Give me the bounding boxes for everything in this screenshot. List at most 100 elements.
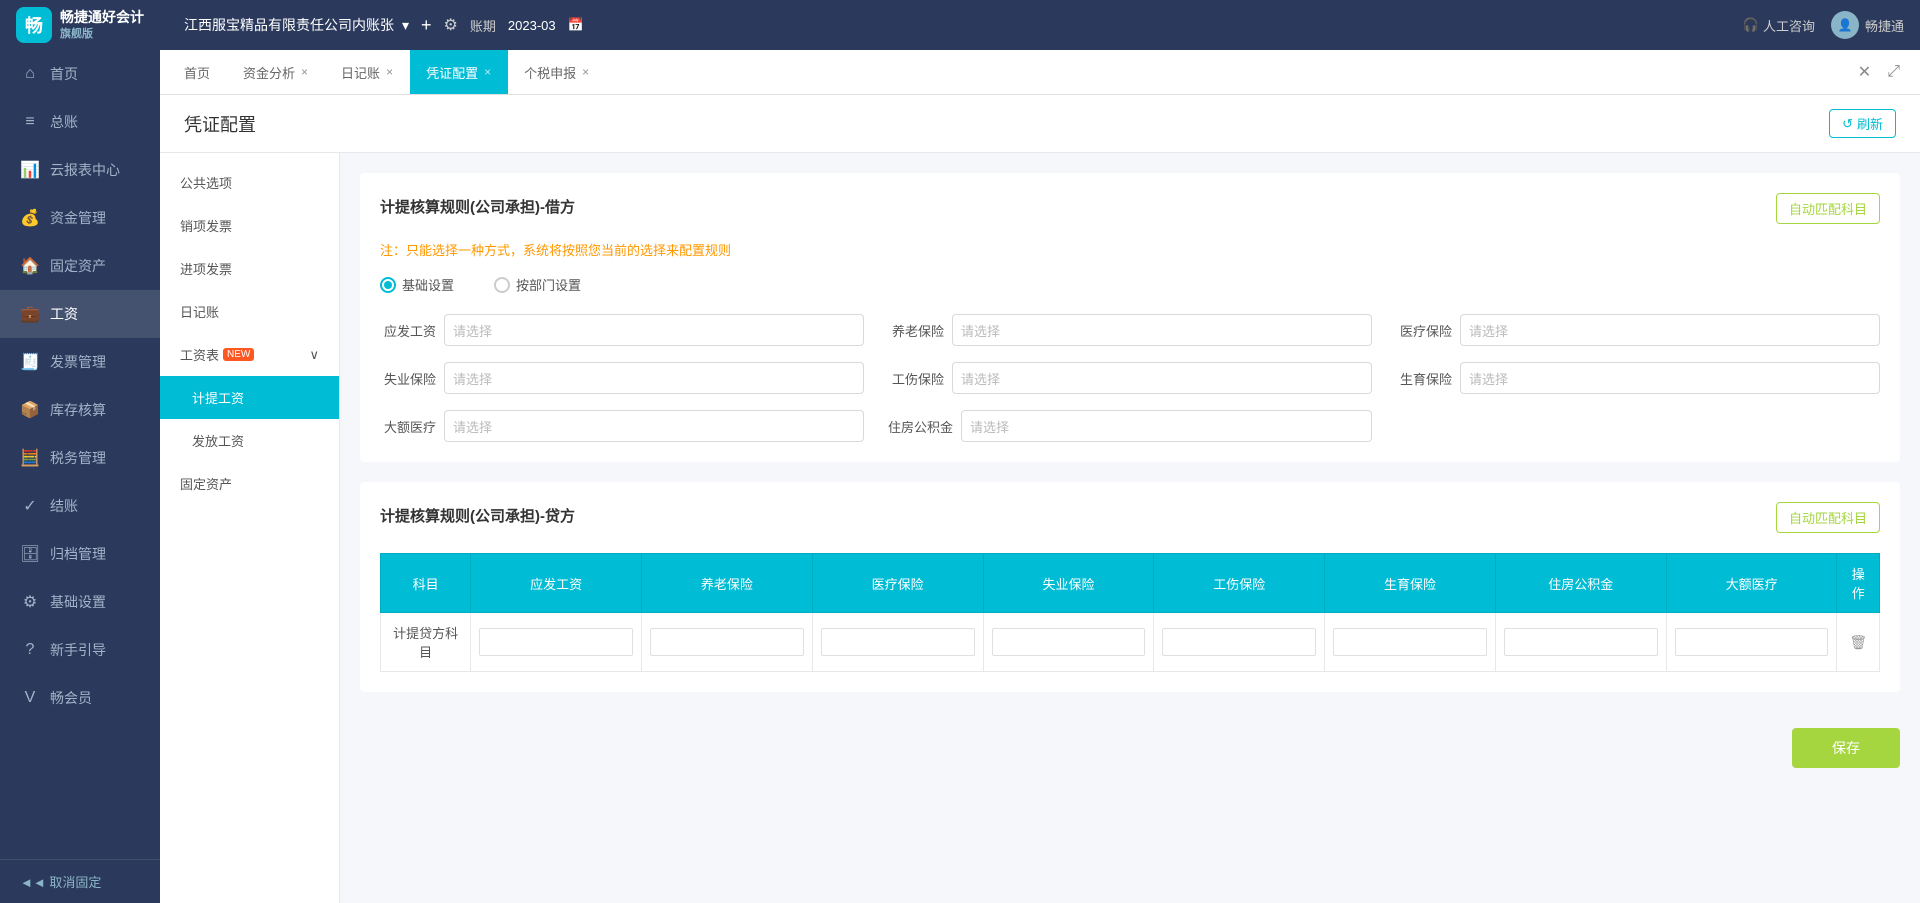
cell-row-yingfa[interactable] <box>471 613 642 672</box>
input-row-gongshang[interactable] <box>1162 628 1316 656</box>
auto-match-credit-button[interactable]: 自动匹配科目 <box>1776 502 1880 533</box>
cell-row-yanglao[interactable] <box>642 613 813 672</box>
select-gongshang[interactable]: 请选择 <box>952 362 1372 394</box>
tab-label-journal: 日记账 <box>341 63 380 82</box>
tab-close-journal[interactable]: × <box>386 65 393 79</box>
close-window-button[interactable]: ✕ <box>1854 58 1875 86</box>
tab-close-voucher[interactable]: × <box>484 65 491 79</box>
expand-window-button[interactable]: ⤢ <box>1883 59 1904 85</box>
sidebar-item-home[interactable]: ⌂ 首页 <box>0 50 160 98</box>
radio-basic-btn[interactable] <box>380 277 396 293</box>
nav-item-journal[interactable]: 日记账 <box>160 290 339 333</box>
cell-row-yiliao[interactable] <box>812 613 983 672</box>
sidebar-item-closing[interactable]: ✓ 结账 <box>0 482 160 530</box>
tab-voucher[interactable]: 凭证配置 × <box>410 50 508 94</box>
nav-item-accrual[interactable]: 计提工资 <box>160 376 339 419</box>
nav-item-payment[interactable]: 发放工资 <box>160 419 339 462</box>
credit-section: 计提核算规则(公司承担)-贷方 自动匹配科目 科目 应发工资 养老保险 医疗保险… <box>360 482 1900 692</box>
tab-close-tax[interactable]: × <box>582 65 589 79</box>
add-button[interactable]: + <box>421 15 432 36</box>
nav-item-purchase[interactable]: 进项发票 <box>160 247 339 290</box>
save-button[interactable]: 保存 <box>1792 728 1900 768</box>
select-yanglao[interactable]: 请选择 <box>952 314 1372 346</box>
input-row-dae[interactable] <box>1675 628 1829 656</box>
sidebar-item-vip[interactable]: V 畅会员 <box>0 674 160 722</box>
input-row-gjj[interactable] <box>1504 628 1658 656</box>
period-label: 账期 <box>470 16 496 35</box>
top-bar-right: 🎧 人工咨询 👤 畅捷通 <box>1743 11 1904 39</box>
sidebar-label-assets: 固定资产 <box>50 256 106 276</box>
select-dae[interactable]: 请选择 <box>444 410 864 442</box>
select-dae-placeholder: 请选择 <box>453 417 492 436</box>
tab-home[interactable]: 首页 <box>168 50 227 94</box>
select-shiye[interactable]: 请选择 <box>444 362 864 394</box>
sidebar-item-settings[interactable]: ⚙ 基础设置 <box>0 578 160 626</box>
sidebar-item-capital[interactable]: 💰 资金管理 <box>0 194 160 242</box>
sidebar-label-guide: 新手引导 <box>50 640 106 660</box>
select-shengyu[interactable]: 请选择 <box>1460 362 1880 394</box>
sidebar-label-capital: 资金管理 <box>50 208 106 228</box>
sidebar-unpin-button[interactable]: ◄◄ 取消固定 <box>0 859 160 903</box>
sidebar-item-tax[interactable]: 🧮 税务管理 <box>0 434 160 482</box>
cell-row-gongshang[interactable] <box>1154 613 1325 672</box>
tab-tax[interactable]: 个税申报 × <box>508 50 606 94</box>
sidebar-item-reports[interactable]: 📊 云报表中心 <box>0 146 160 194</box>
company-selector[interactable]: 江西服宝精品有限责任公司内账张 ▾ <box>184 15 409 35</box>
nav-item-public[interactable]: 公共选项 <box>160 161 339 204</box>
sidebar-label-salary: 工资 <box>50 304 78 324</box>
company-dropdown-icon[interactable]: ▾ <box>402 17 409 34</box>
radio-dept-btn[interactable] <box>494 277 510 293</box>
select-gjj-placeholder: 请选择 <box>970 417 1009 436</box>
sidebar-item-inventory[interactable]: 📦 库存核算 <box>0 386 160 434</box>
auto-match-borrow-button[interactable]: 自动匹配科目 <box>1776 193 1880 224</box>
table-header-row: 科目 应发工资 养老保险 医疗保险 失业保险 工伤保险 生育保险 住房公积金 大… <box>381 554 1880 613</box>
nav-item-fixed-assets[interactable]: 固定资产 <box>160 462 339 505</box>
sidebar-item-ledger[interactable]: ≡ 总账 <box>0 98 160 146</box>
select-yiliao[interactable]: 请选择 <box>1460 314 1880 346</box>
vip-icon: V <box>20 689 40 707</box>
reports-icon: 📊 <box>20 160 40 180</box>
input-row-yanglao[interactable] <box>650 628 804 656</box>
select-shengyu-placeholder: 请选择 <box>1469 369 1508 388</box>
sidebar-item-guide[interactable]: ? 新手引导 <box>0 626 160 674</box>
sidebar-item-archive[interactable]: 🗄 归档管理 <box>0 530 160 578</box>
tab-capital[interactable]: 资金分析 × <box>227 50 325 94</box>
nav-item-sales[interactable]: 销项发票 <box>160 204 339 247</box>
input-row-yiliao[interactable] <box>821 628 975 656</box>
sidebar-item-invoice[interactable]: 🧾 发票管理 <box>0 338 160 386</box>
delete-row-icon[interactable]: 🗑 <box>1849 634 1867 650</box>
tab-close-capital[interactable]: × <box>301 65 308 79</box>
new-badge: NEW <box>223 348 254 361</box>
service-label: 人工咨询 <box>1763 16 1815 35</box>
sidebar-item-salary[interactable]: 💼 工资 <box>0 290 160 338</box>
tab-bar: 首页 资金分析 × 日记账 × 凭证配置 × 个税申报 × ✕ ⤢ <box>160 50 1920 95</box>
refresh-button[interactable]: ↺ 刷新 <box>1829 109 1896 138</box>
select-gjj[interactable]: 请选择 <box>961 410 1372 442</box>
service-button[interactable]: 🎧 人工咨询 <box>1743 16 1815 35</box>
tab-bar-actions: ✕ ⤢ <box>1854 58 1912 86</box>
sidebar-label-inventory: 库存核算 <box>50 400 106 420</box>
cell-row-dae[interactable] <box>1666 613 1837 672</box>
input-row-shiye[interactable] <box>992 628 1146 656</box>
radio-basic-label: 基础设置 <box>402 275 454 294</box>
tax-icon: 🧮 <box>20 448 40 468</box>
input-row-shengyu[interactable] <box>1333 628 1487 656</box>
select-yingfa[interactable]: 请选择 <box>444 314 864 346</box>
content-split: 公共选项 销项发票 进项发票 日记账 工资表 NEW ∨ 计提工资 <box>160 153 1920 903</box>
tab-journal[interactable]: 日记账 × <box>325 50 410 94</box>
radio-dept[interactable]: 按部门设置 <box>494 275 581 294</box>
calendar-icon[interactable]: 📅 <box>568 17 584 33</box>
cell-row-shengyu[interactable] <box>1325 613 1496 672</box>
settings-button[interactable]: ⚙ <box>444 15 458 35</box>
cell-row-action[interactable]: 🗑 <box>1837 613 1880 672</box>
cell-row-shiye[interactable] <box>983 613 1154 672</box>
sidebar-label-home: 首页 <box>50 64 78 84</box>
radio-basic[interactable]: 基础设置 <box>380 275 454 294</box>
table-row: 计提贷方科目 🗑 <box>381 613 1880 672</box>
nav-item-payroll-table[interactable]: 工资表 NEW ∨ <box>160 333 339 376</box>
user-info[interactable]: 👤 畅捷通 <box>1831 11 1904 39</box>
cell-row-gjj[interactable] <box>1495 613 1666 672</box>
input-row-yingfa[interactable] <box>479 628 633 656</box>
sidebar-item-assets[interactable]: 🏠 固定资产 <box>0 242 160 290</box>
borrow-form-grid: 应发工资 请选择 养老保险 请选择 <box>380 314 1880 442</box>
